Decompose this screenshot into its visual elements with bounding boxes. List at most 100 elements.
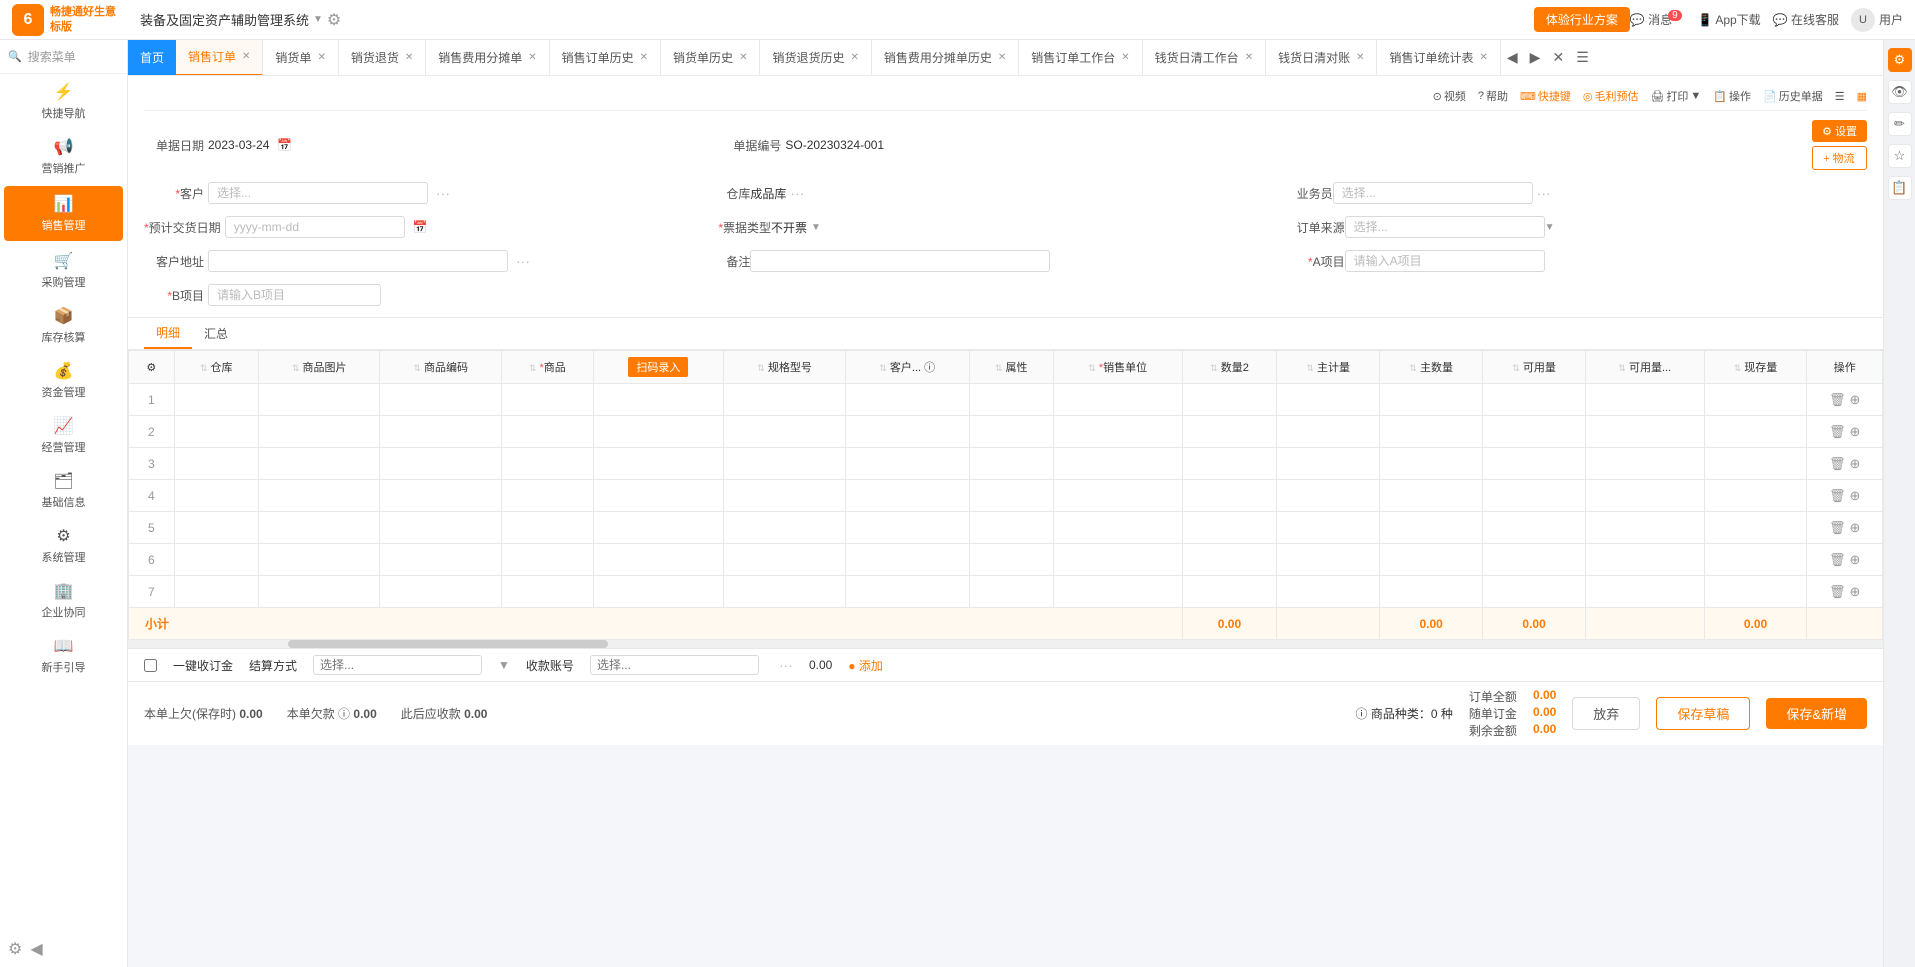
tab-close-sales-order[interactable]: ✕ [242, 51, 250, 62]
tab-sales-goods[interactable]: 销货单 ✕ [263, 40, 338, 76]
col-code[interactable]: ⇅ 商品编码 [380, 351, 502, 384]
right-icon-edit[interactable]: ✏ [1888, 112, 1912, 136]
delete-icon[interactable]: 🗑 [1829, 424, 1846, 440]
solution-button[interactable]: 体验行业方案 [1534, 7, 1630, 32]
right-icon-star[interactable]: ☆ [1888, 144, 1912, 168]
b-project-input[interactable] [208, 284, 381, 306]
invoice-type-dropdown-icon[interactable]: ▼ [811, 222, 821, 233]
app-download-link[interactable]: 📱 App下载 [1698, 11, 1761, 28]
add-footer-btn[interactable]: ● 添加 [848, 657, 883, 674]
toolbar-help-btn[interactable]: ? 帮助 [1478, 88, 1508, 104]
toolbar-print-btn[interactable]: 🖨 打印 ▼ [1650, 88, 1701, 104]
delete-icon[interactable]: 🗑 [1829, 392, 1846, 408]
delete-icon[interactable]: 🗑 [1829, 520, 1846, 536]
one-click-checkbox[interactable] [144, 659, 157, 672]
tab-fee-history[interactable]: 销售费用分摊单历史 ✕ [872, 40, 1019, 76]
tab-daily-reconcile[interactable]: 钱货日清对账 ✕ [1266, 40, 1377, 76]
salesperson-input[interactable] [1333, 182, 1533, 204]
tab-close-order-workbench[interactable]: ✕ [1121, 52, 1129, 63]
col-main-qty[interactable]: ⇅ 主数量 [1380, 351, 1483, 384]
sidebar-item-enterprise[interactable]: 🏢 企业协同 [0, 573, 127, 628]
receipt-account-select[interactable] [590, 655, 759, 675]
save-new-button[interactable]: 保存&新增 [1766, 698, 1867, 729]
toolbar-card-view-btn[interactable]: ▦ [1857, 90, 1867, 103]
col-setting[interactable]: ⚙ [129, 351, 175, 384]
sidebar-settings-icon[interactable]: ⚙ [8, 939, 22, 959]
tab-order-stats[interactable]: 销售订单统计表 ✕ [1377, 40, 1500, 76]
sidebar-item-guide[interactable]: 📖 新手引导 [0, 628, 127, 683]
col-sales-unit[interactable]: ⇅ *销售单位 [1053, 351, 1182, 384]
message-area[interactable]: 💬 消息9 [1630, 11, 1686, 28]
order-source-input[interactable] [1345, 216, 1545, 238]
col-customer-code[interactable]: ⇅ 客户... ⓘ [845, 351, 969, 384]
tab-sales-fee[interactable]: 销售费用分摊单 ✕ [426, 40, 549, 76]
salesperson-more-icon[interactable]: ··· [1537, 185, 1551, 201]
tab-close-sales-return[interactable]: ✕ [405, 52, 413, 63]
order-source-dropdown-icon[interactable]: ▼ [1545, 222, 1555, 233]
customer-addr-input[interactable] [208, 250, 508, 272]
tab-sales-return[interactable]: 销货退货 ✕ [339, 40, 426, 76]
horizontal-scrollbar[interactable] [128, 640, 1883, 648]
tab-close-daily-reconcile[interactable]: ✕ [1356, 52, 1364, 63]
sidebar-item-system[interactable]: ⚙ 系统管理 [0, 518, 127, 573]
tab-close-fee-history[interactable]: ✕ [998, 52, 1006, 63]
copy-row-icon[interactable]: ⊕ [1850, 584, 1861, 600]
sidebar-item-basic[interactable]: 🗂 基础信息 [0, 463, 127, 518]
user-avatar[interactable]: U 用户 [1851, 8, 1903, 32]
receipt-more-icon[interactable]: ··· [779, 657, 793, 673]
copy-row-icon[interactable]: ⊕ [1850, 552, 1861, 568]
tab-home[interactable]: 首页 [128, 40, 176, 76]
tab-menu-btn[interactable]: ☰ [1570, 49, 1595, 66]
calendar-icon[interactable]: 📅 [277, 138, 292, 152]
copy-row-icon[interactable]: ⊕ [1850, 424, 1861, 440]
tab-close-order-stats[interactable]: ✕ [1480, 52, 1488, 63]
expected-date-input[interactable] [225, 216, 405, 238]
settings-icon[interactable]: ⚙ [327, 10, 341, 30]
copy-row-icon[interactable]: ⊕ [1850, 456, 1861, 472]
tab-sales-history[interactable]: 销售订单历史 ✕ [550, 40, 661, 76]
expected-date-calendar-icon[interactable]: 📅 [413, 220, 428, 234]
tab-close-all-btn[interactable]: ✕ [1546, 49, 1570, 66]
col-warehouse[interactable]: ⇅ 仓库 [174, 351, 258, 384]
col-scan[interactable]: 扫码录入 [593, 351, 724, 384]
tab-daily-workbench[interactable]: 钱货日清工作台 ✕ [1143, 40, 1266, 76]
settings-btn[interactable]: ⚙ 设置 [1812, 120, 1867, 142]
remark-input[interactable] [750, 250, 1050, 272]
sidebar-item-search[interactable]: 🔍 搜索菜单 [0, 40, 127, 74]
sidebar-item-purchase[interactable]: 🛒 采购管理 [0, 243, 127, 298]
toolbar-profit-btn[interactable]: ◎ 毛利预估 [1583, 88, 1639, 104]
toolbar-history-btn[interactable]: 📄 历史单据 [1763, 88, 1823, 104]
delete-icon[interactable]: 🗑 [1829, 488, 1846, 504]
copy-row-icon[interactable]: ⊕ [1850, 488, 1861, 504]
system-name-dropdown-icon[interactable]: ▼ [313, 14, 323, 25]
toolbar-operation-btn[interactable]: 📋 操作 [1713, 88, 1751, 104]
customer-more-icon[interactable]: ··· [436, 185, 450, 201]
customer-input[interactable] [208, 182, 428, 204]
tab-order-workbench[interactable]: 销售订单工作台 ✕ [1019, 40, 1142, 76]
delete-icon[interactable]: 🗑 [1829, 584, 1846, 600]
col-product[interactable]: ⇅ *商品 [502, 351, 594, 384]
tab-close-daily-workbench[interactable]: ✕ [1245, 52, 1253, 63]
abandon-button[interactable]: 放弃 [1572, 697, 1640, 730]
right-icon-view[interactable]: 👁 [1888, 80, 1912, 104]
toolbar-grid-view-btn[interactable]: ☰ [1835, 90, 1845, 103]
tab-close-sales-goods[interactable]: ✕ [317, 52, 325, 63]
right-icon-clipboard[interactable]: 📋 [1888, 176, 1912, 200]
add-material-btn[interactable]: + 物流 [1812, 146, 1867, 170]
tab-close-goods-history[interactable]: ✕ [739, 52, 747, 63]
delete-icon[interactable]: 🗑 [1829, 456, 1846, 472]
sidebar-item-nav[interactable]: ⚡ 快捷导航 [0, 74, 127, 129]
copy-row-icon[interactable]: ⊕ [1850, 520, 1861, 536]
warehouse-more-icon[interactable]: ··· [790, 185, 804, 201]
delete-icon[interactable]: 🗑 [1829, 552, 1846, 568]
sidebar-item-finance[interactable]: 💰 资金管理 [0, 353, 127, 408]
col-qty2[interactable]: ⇅ 数量2 [1182, 351, 1277, 384]
col-spec[interactable]: ⇅ 规格型号 [724, 351, 846, 384]
tab-close-sales-fee[interactable]: ✕ [528, 52, 536, 63]
sidebar-item-sales[interactable]: 📊 销售管理 [4, 186, 123, 241]
tab-close-sales-history[interactable]: ✕ [640, 52, 648, 63]
sidebar-collapse-icon[interactable]: ◀ [30, 939, 42, 959]
tab-detail[interactable]: 明细 [144, 318, 192, 349]
tab-prev-btn[interactable]: ◀ [1501, 49, 1524, 66]
scan-btn[interactable]: 扫码录入 [628, 357, 688, 377]
